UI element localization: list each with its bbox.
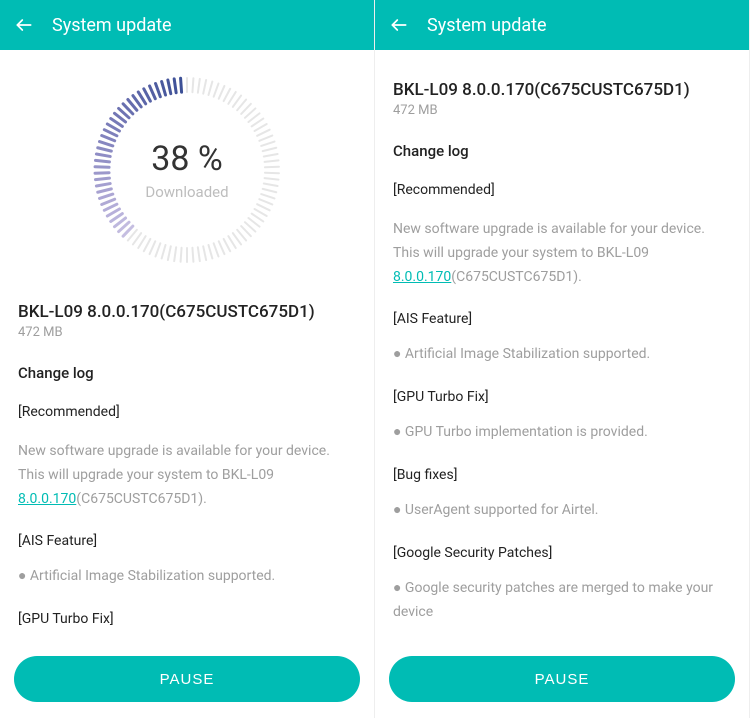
version-size: 472 MB — [393, 103, 731, 118]
panel-changelog: System update BKL-L09 8.0.0.170(C675CUST… — [375, 0, 750, 718]
content-scroll[interactable]: BKL-L09 8.0.0.170(C675CUSTC675D1) 472 MB… — [375, 50, 749, 718]
panel-download: System update 38 % Downloaded BKL-L09 8.… — [0, 0, 375, 718]
bug-heading: [Bug fixes] — [393, 467, 731, 483]
recommended-heading: [Recommended] — [393, 182, 731, 198]
version-name: BKL-L09 8.0.0.170(C675CUSTC675D1) — [393, 80, 731, 100]
ais-bullet: ● Artificial Image Stabilization support… — [18, 565, 356, 589]
progress-status: Downloaded — [145, 183, 228, 201]
gpu-bullet: ● GPU Turbo implementation is provided. — [393, 421, 731, 445]
download-progress-gauge: 38 % Downloaded — [87, 70, 287, 270]
progress-percent: 38 % — [151, 139, 223, 179]
version-name: BKL-L09 8.0.0.170(C675CUSTC675D1) — [18, 302, 356, 322]
gpu-heading: [GPU Turbo Fix] — [18, 611, 356, 627]
page-title: System update — [427, 15, 547, 36]
app-header: System update — [375, 0, 749, 50]
version-link[interactable]: 8.0.0.170 — [393, 269, 451, 285]
pause-button[interactable]: PAUSE — [389, 656, 735, 702]
content-scroll[interactable]: 38 % Downloaded BKL-L09 8.0.0.170(C675CU… — [0, 50, 374, 718]
bottom-bar: PAUSE — [375, 644, 749, 718]
sec-bullet: ● Google security patches are merged to … — [393, 577, 731, 625]
app-header: System update — [0, 0, 374, 50]
pause-button[interactable]: PAUSE — [14, 656, 360, 702]
back-arrow-icon[interactable] — [389, 15, 409, 35]
back-arrow-icon[interactable] — [14, 15, 34, 35]
bug-bullet: ● UserAgent supported for Airtel. — [393, 499, 731, 523]
ais-heading: [AIS Feature] — [393, 311, 731, 327]
gpu-heading: [GPU Turbo Fix] — [393, 389, 731, 405]
changelog-heading: Change log — [18, 364, 356, 382]
sec-heading: [Google Security Patches] — [393, 545, 731, 561]
changelog-heading: Change log — [393, 142, 731, 160]
page-title: System update — [52, 15, 172, 36]
changelog-intro: New software upgrade is available for yo… — [393, 218, 731, 289]
bottom-bar: PAUSE — [0, 644, 374, 718]
version-link[interactable]: 8.0.0.170 — [18, 491, 76, 507]
ais-bullet: ● Artificial Image Stabilization support… — [393, 343, 731, 367]
recommended-heading: [Recommended] — [18, 404, 356, 420]
changelog-intro: New software upgrade is available for yo… — [18, 440, 356, 511]
ais-heading: [AIS Feature] — [18, 533, 356, 549]
version-size: 472 MB — [18, 325, 356, 340]
